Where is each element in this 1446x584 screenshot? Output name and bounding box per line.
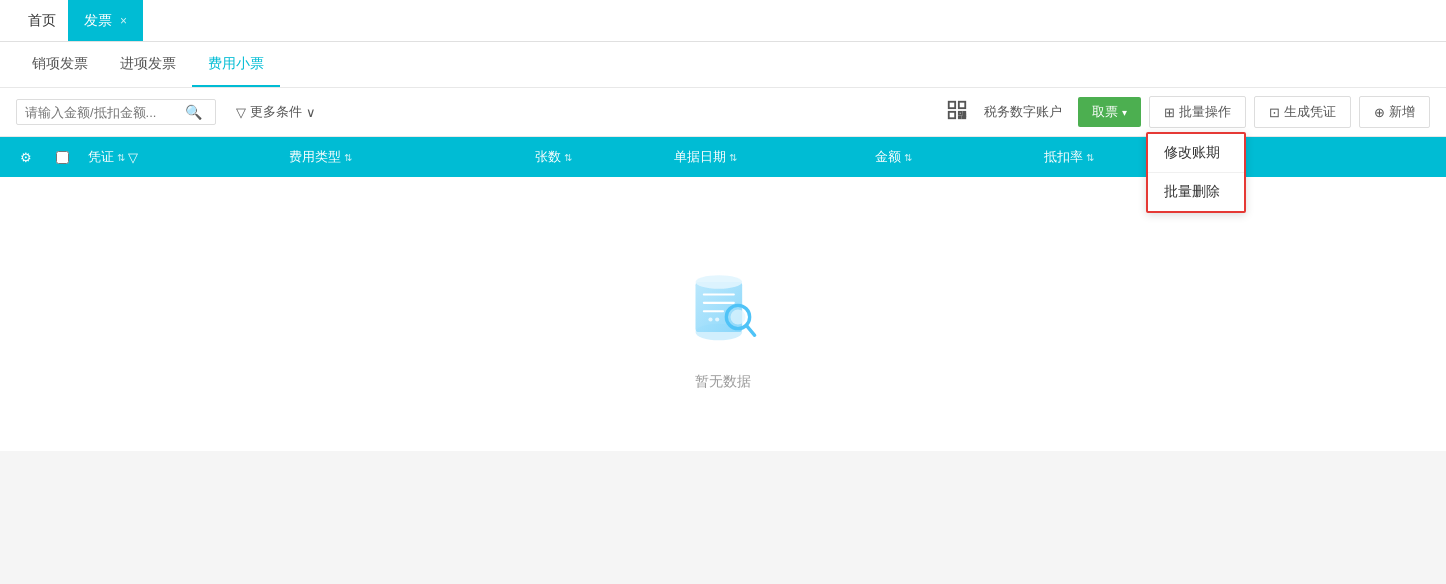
empty-state-icon bbox=[673, 257, 773, 357]
generate-voucher-button[interactable]: ⊡ 生成凭证 bbox=[1254, 96, 1351, 128]
qupiao-button[interactable]: 取票 ▾ bbox=[1078, 97, 1141, 127]
svg-rect-0 bbox=[949, 101, 955, 107]
th-amount-label: 金额 bbox=[875, 148, 901, 166]
svg-rect-1 bbox=[959, 101, 965, 107]
th-voucher-filter-icon[interactable]: ▽ bbox=[128, 150, 138, 165]
th-rate-sort-icon[interactable]: ⇅ bbox=[1086, 152, 1094, 163]
svg-point-13 bbox=[696, 275, 743, 288]
qupiao-label: 取票 bbox=[1092, 103, 1118, 121]
voucher-label: 生成凭证 bbox=[1284, 103, 1336, 121]
svg-point-17 bbox=[708, 317, 712, 321]
th-expense-sort-icon[interactable]: ⇅ bbox=[344, 152, 352, 163]
th-voucher-sort-icon[interactable]: ⇅ bbox=[117, 152, 125, 163]
th-expense-label: 费用类型 bbox=[289, 148, 341, 166]
toolbar-right: 税务数字账户 取票 ▾ ⊞ 批量操作 修改账期 批量删除 ⊡ 生成凭证 ⊕ 新增 bbox=[946, 96, 1430, 128]
sub-nav-item-purchase[interactable]: 进项发票 bbox=[104, 42, 192, 87]
sub-nav-item-sales[interactable]: 销项发票 bbox=[16, 42, 104, 87]
settings-icon: ⚙ bbox=[20, 150, 32, 165]
search-icon[interactable]: 🔍 bbox=[185, 104, 202, 120]
th-date-sort-icon[interactable]: ⇅ bbox=[729, 152, 737, 163]
th-amount-sort-icon[interactable]: ⇅ bbox=[904, 152, 912, 163]
svg-rect-7 bbox=[963, 114, 965, 116]
th-voucher-label: 凭证 bbox=[88, 148, 114, 166]
th-checkbox bbox=[44, 151, 80, 164]
th-date: 单据日期 ⇅ bbox=[666, 148, 867, 166]
th-voucher: 凭证 ⇅ ▽ bbox=[80, 148, 281, 166]
th-count-sort-icon[interactable]: ⇅ bbox=[564, 152, 572, 163]
dropdown-item-modify-period[interactable]: 修改账期 bbox=[1148, 134, 1244, 172]
th-date-label: 单据日期 bbox=[674, 148, 726, 166]
bulk-operations-button[interactable]: ⊞ 批量操作 bbox=[1149, 96, 1246, 128]
sub-nav-item-expense[interactable]: 费用小票 bbox=[192, 42, 280, 87]
th-count-label: 张数 bbox=[535, 148, 561, 166]
tax-digital-account-button[interactable]: 税务数字账户 bbox=[976, 97, 1070, 127]
bulk-grid-icon: ⊞ bbox=[1164, 105, 1175, 120]
bulk-label: 批量操作 bbox=[1179, 103, 1231, 121]
svg-rect-4 bbox=[963, 111, 965, 113]
nav-tab-invoice[interactable]: 发票 × bbox=[68, 0, 143, 41]
bulk-dropdown-wrapper: ⊞ 批量操作 修改账期 批量删除 bbox=[1149, 96, 1246, 128]
th-rate-label: 抵扣率 bbox=[1044, 148, 1083, 166]
search-input[interactable] bbox=[25, 105, 185, 120]
filter-chevron-icon: ∨ bbox=[306, 105, 316, 120]
search-wrapper: 🔍 bbox=[16, 99, 216, 125]
svg-point-15 bbox=[731, 310, 746, 325]
toolbar: 🔍 ▽ 更多条件 ∨ 税务数字账户 取票 ▾ ⊞ 批 bbox=[0, 88, 1446, 137]
nav-home[interactable]: 首页 bbox=[16, 0, 68, 41]
filter-button[interactable]: ▽ 更多条件 ∨ bbox=[228, 99, 324, 125]
th-count: 张数 ⇅ bbox=[527, 148, 666, 166]
nav-tab-close-icon[interactable]: × bbox=[120, 14, 127, 28]
th-expense: 费用类型 ⇅ bbox=[281, 148, 528, 166]
svg-point-18 bbox=[715, 317, 719, 321]
qupiao-chevron-icon: ▾ bbox=[1122, 107, 1127, 118]
svg-line-16 bbox=[746, 325, 754, 335]
voucher-icon: ⊡ bbox=[1269, 105, 1280, 120]
svg-rect-2 bbox=[949, 111, 955, 117]
th-amount: 金额 ⇅ bbox=[867, 148, 1037, 166]
filter-label: 更多条件 bbox=[250, 103, 302, 121]
add-icon: ⊕ bbox=[1374, 105, 1385, 120]
th-settings[interactable]: ⚙ bbox=[8, 150, 44, 165]
sub-nav: 销项发票 进项发票 费用小票 bbox=[0, 42, 1446, 88]
empty-state: 暂无数据 bbox=[0, 177, 1446, 451]
add-new-button[interactable]: ⊕ 新增 bbox=[1359, 96, 1430, 128]
bulk-dropdown-menu: 修改账期 批量删除 bbox=[1146, 132, 1246, 213]
svg-rect-5 bbox=[959, 116, 961, 118]
filter-icon: ▽ bbox=[236, 105, 246, 120]
dropdown-item-batch-delete[interactable]: 批量删除 bbox=[1148, 172, 1244, 211]
nav-tab-label: 发票 bbox=[84, 12, 112, 30]
empty-state-text: 暂无数据 bbox=[695, 373, 751, 391]
select-all-checkbox[interactable] bbox=[56, 151, 69, 164]
add-label: 新增 bbox=[1389, 103, 1415, 121]
qr-icon[interactable] bbox=[946, 99, 968, 126]
toolbar-left: 🔍 ▽ 更多条件 ∨ bbox=[16, 99, 324, 125]
top-nav: 首页 发票 × bbox=[0, 0, 1446, 42]
svg-rect-3 bbox=[959, 111, 962, 114]
